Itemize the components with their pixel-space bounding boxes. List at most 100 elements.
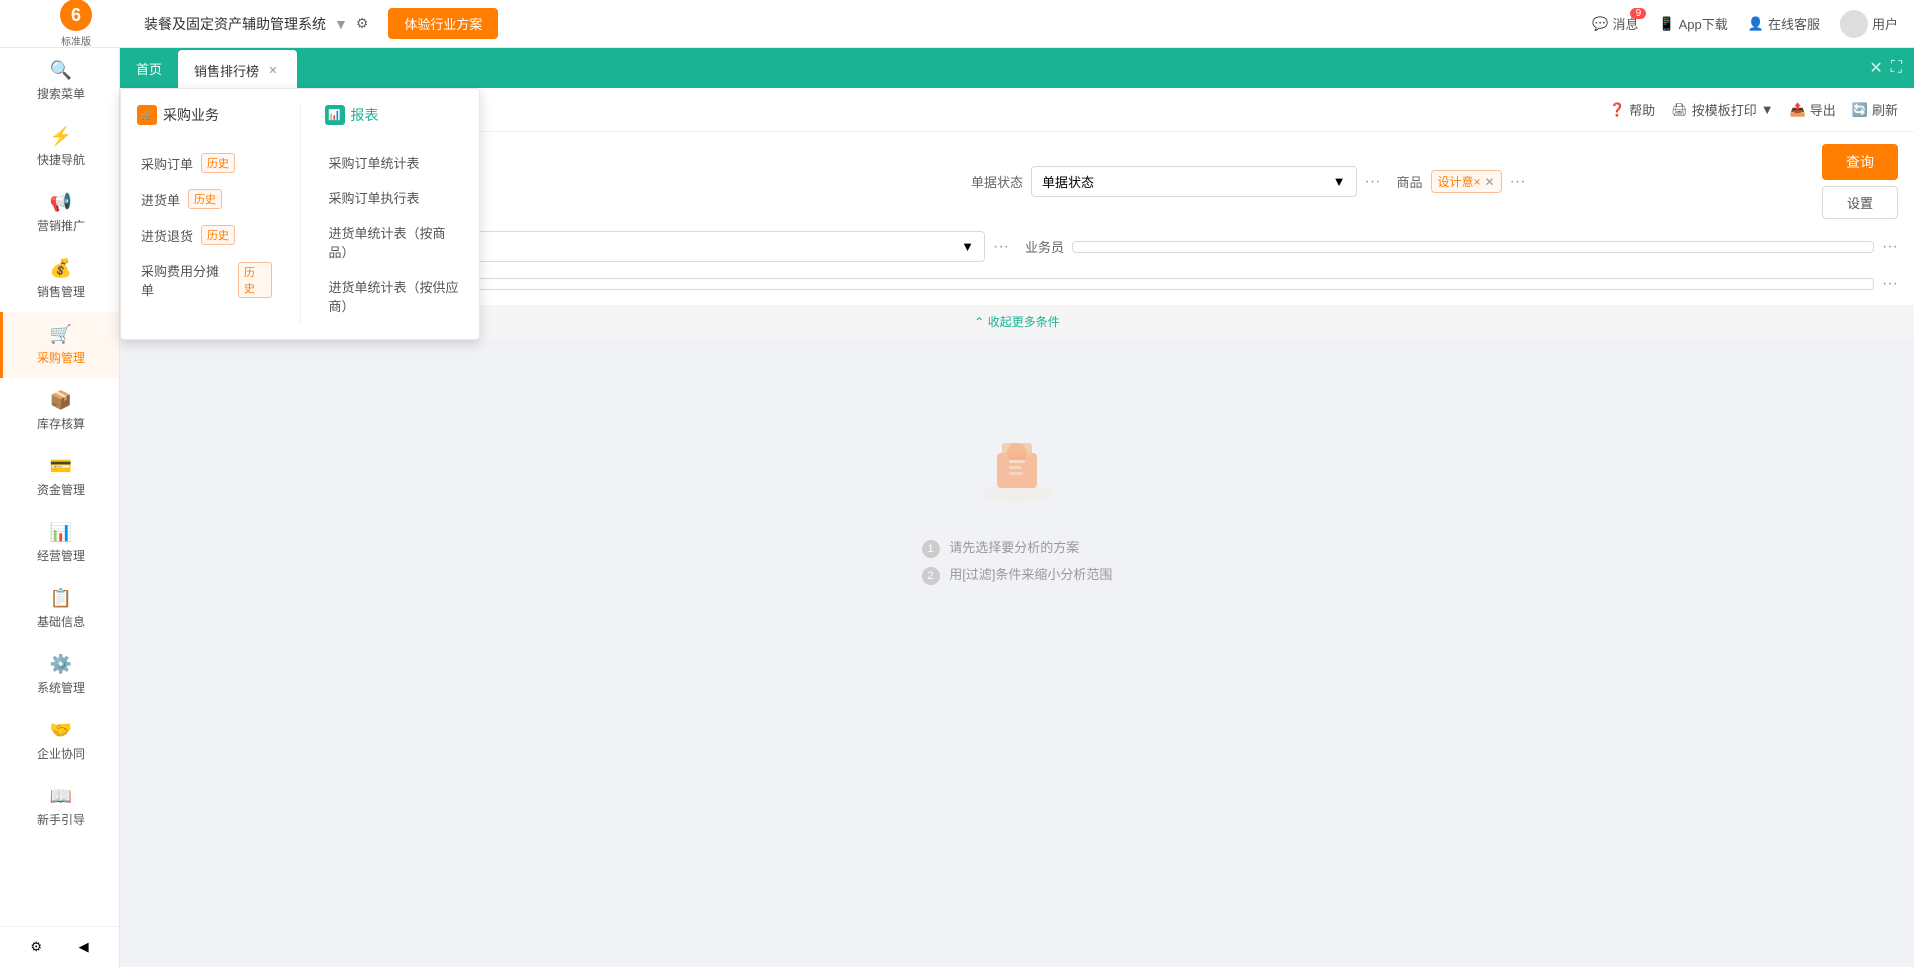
app-download-icon: 📱 [1658,16,1674,32]
user-avatar [1840,10,1868,38]
guide-icon: 📖 [50,786,72,807]
goods-tag-remove[interactable]: ✕ [1485,175,1495,189]
menu-item-order-exec[interactable]: 采购订单执行表 [325,180,464,215]
sidebar-bottom: ⚙ ◀ [0,926,119,967]
cooperation-icon: 🤝 [50,720,72,741]
sidebar-label-sales: 销售管理 [37,283,85,300]
print-button[interactable]: 🖨 按模板打印 ▼ [1671,100,1773,119]
refresh-label: 刷新 [1872,100,1898,119]
menu-item-purchase-order[interactable]: 采购订单 历史 [137,145,276,181]
doc-status-control[interactable]: 单据状态 ▼ [1031,166,1357,197]
sidebar-item-operations[interactable]: 📊 经营管理 [0,510,119,576]
app-download-item[interactable]: 📱 App下载 [1658,14,1727,33]
menu-item-order-stats[interactable]: 采购订单统计表 [325,145,464,180]
print-icon: 🖨 [1671,102,1688,118]
logo-text: 标准版 [61,33,91,48]
export-icon: 📤 [1790,102,1806,118]
menu-item-purchase-return[interactable]: 进货退货 历史 [137,217,276,253]
sidebar-label-marketing: 营销推广 [37,217,85,234]
basic-info-icon: 📋 [50,588,72,609]
system-dropdown-arrow[interactable]: ▼ [334,16,348,32]
sidebar-label-system: 系统管理 [37,679,85,696]
purchase-icon: 🛒 [50,324,72,345]
tab-sales-rank[interactable]: 销售排行榜 ✕ [178,50,297,90]
sidebar-label-basic-info: 基础信息 [37,613,85,630]
sidebar-item-cooperation[interactable]: 🤝 企业协同 [0,708,119,774]
empty-tips: 1 请先选择要分析的方案 2 用[过滤]条件来缩小分析范围 [922,537,1113,585]
logo-area: 6 标准版 [16,0,136,48]
tab-home-label: 首页 [136,59,162,78]
sidebar-item-quick-nav[interactable]: ⚡ 快捷导航 [0,114,119,180]
system-settings-icon[interactable]: ⚙ [356,15,369,32]
header-right: 💬 消息 9 📱 App下载 👤 在线客服 用户 [1592,10,1898,38]
marketing-icon: 📢 [50,192,72,213]
print-dropdown-icon[interactable]: ▼ [1761,102,1774,117]
sidebar-label-guide: 新手引导 [37,811,85,828]
sidebar-item-inventory[interactable]: 📦 库存核算 [0,378,119,444]
sidebar-label-purchase: 采购管理 [37,349,85,366]
tab-minimize-icon[interactable]: ✕ [1869,58,1882,78]
help-icon: ❓ [1609,102,1625,118]
sidebar-item-system[interactable]: ⚙️ 系统管理 [0,642,119,708]
online-service-label: 在线客服 [1768,14,1820,33]
refresh-button[interactable]: 🔄 刷新 [1852,100,1898,119]
query-button[interactable]: 查询 [1822,144,1898,180]
sidebar-item-search[interactable]: 🔍 搜索菜单 [0,48,119,114]
operations-icon: 📊 [50,522,72,543]
tab-maximize-icon[interactable]: ⛶ [1891,59,1902,77]
sidebar-item-purchase[interactable]: 🛒 采购管理 [0,312,119,378]
export-button[interactable]: 📤 导出 [1790,100,1836,119]
doc-status-ellipsis[interactable]: ··· [1365,173,1381,191]
empty-tip-2: 2 用[过滤]条件来缩小分析范围 [922,564,1113,585]
goods-ellipsis[interactable]: ··· [1510,173,1526,191]
help-label: 帮助 [1629,100,1655,119]
report-menu-section: 📊 报表 采购订单统计表 采购订单执行表 进货单统计表（按商品） 进货单统计表（… [325,105,464,323]
doc-status-dropdown: ▼ [1333,174,1346,189]
sidebar-item-finance[interactable]: 💳 资金管理 [0,444,119,510]
trial-button[interactable]: 体验行业方案 [388,8,498,39]
tab-home[interactable]: 首页 [120,48,178,88]
tab-close-icon[interactable]: ✕ [265,62,281,78]
sidebar-collapse-icon[interactable]: ◀ [79,939,89,955]
inventory-icon: 📦 [50,390,72,411]
help-button[interactable]: ❓ 帮助 [1609,100,1655,119]
sidebar-item-sales[interactable]: 💰 销售管理 [0,246,119,312]
message-icon: 💬 [1592,16,1608,32]
rank-ellipsis[interactable]: ··· [993,238,1009,256]
menu-item-receipt-stats-goods[interactable]: 进货单统计表（按商品） [325,215,464,269]
menu-item-purchase-receipt[interactable]: 进货单 历史 [137,181,276,217]
goods-filter: 商品 设计意× ✕ ··· [1397,170,1807,193]
doc-status-label-text: 单据状态 [1042,172,1094,191]
message-item[interactable]: 💬 消息 9 [1592,14,1638,33]
sidebar-settings-icon[interactable]: ⚙ [30,939,42,955]
menu-item-receipt-stats-supplier[interactable]: 进货单统计表（按供应商） [325,269,464,323]
empty-illustration [967,418,1067,521]
message-badge: 9 [1630,8,1646,19]
system-icon: ⚙️ [50,654,72,675]
tab-sales-rank-label: 销售排行榜 [194,61,259,80]
online-service-item[interactable]: 👤 在线客服 [1748,14,1820,33]
sidebar-item-guide[interactable]: 📖 新手引导 [0,774,119,840]
sidebar-item-marketing[interactable]: 📢 营销推广 [0,180,119,246]
sidebar-label-inventory: 库存核算 [37,415,85,432]
salesman-control[interactable] [1072,241,1874,253]
settings-button[interactable]: 设置 [1822,186,1898,219]
empty-state: 1 请先选择要分析的方案 2 用[过滤]条件来缩小分析范围 [120,338,1914,665]
finance-icon: 💳 [50,456,72,477]
sidebar-label-search: 搜索菜单 [37,85,85,102]
sales-icon: 💰 [50,258,72,279]
top-header: 6 标准版 装餐及固定资产辅助管理系统 ▼ ⚙ 体验行业方案 💬 消息 9 📱 … [0,0,1914,48]
system-title-text: 装餐及固定资产辅助管理系统 [144,14,326,34]
report-section-icon: 📊 [325,105,345,125]
app-download-label: App下载 [1679,14,1728,33]
system-title-area: 装餐及固定资产辅助管理系统 ▼ ⚙ 体验行业方案 [136,8,1592,39]
user-item[interactable]: 用户 [1840,10,1898,38]
sidebar-label-quick-nav: 快捷导航 [37,151,85,168]
customer-ellipsis[interactable]: ··· [1882,275,1898,293]
goods-tag: 设计意× ✕ [1431,170,1502,193]
tab-bar-controls: ✕ ⛶ [1869,58,1914,78]
salesman-ellipsis[interactable]: ··· [1882,238,1898,256]
sidebar-item-basic-info[interactable]: 📋 基础信息 [0,576,119,642]
menu-item-purchase-expense[interactable]: 采购费用分摊单 历史 [137,253,276,307]
purchase-return-history: 历史 [201,225,235,245]
